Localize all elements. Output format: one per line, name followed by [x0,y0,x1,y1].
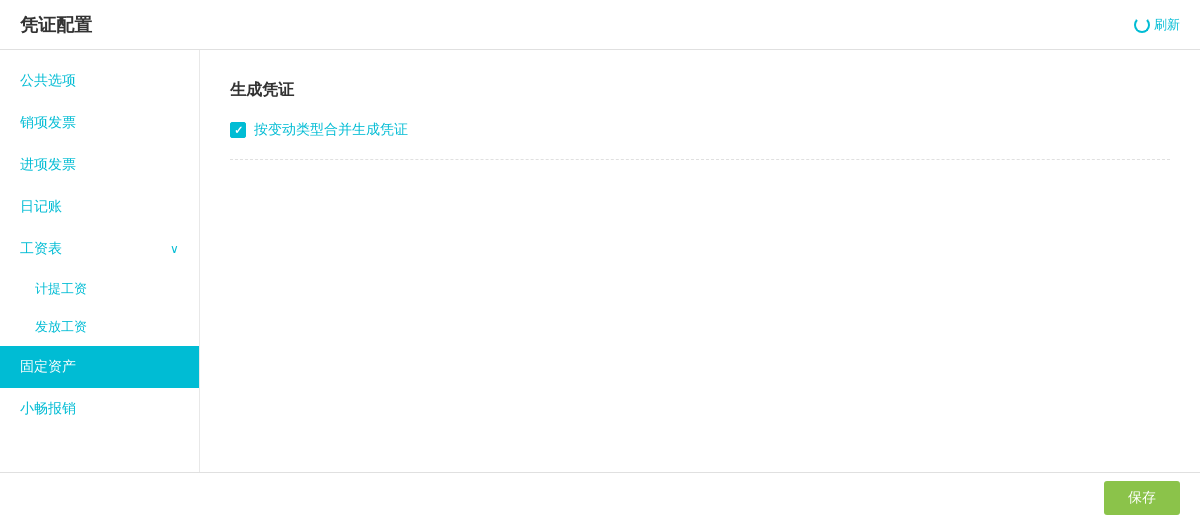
main-layout: 公共选项 销项发票 进项发票 日记账 工资表 ∨ 计提工资 发放工资 固定资 [0,50,1200,472]
sidebar-item-payroll[interactable]: 工资表 ∨ [0,228,199,270]
merge-checkbox[interactable] [230,122,246,138]
header: 凭证配置 刷新 [0,0,1200,50]
sidebar-item-paid-payroll[interactable]: 发放工资 [0,308,199,346]
chevron-down-icon: ∨ [170,242,179,256]
content-area: 生成凭证 按变动类型合并生成凭证 [200,50,1200,472]
sidebar-item-purchase-invoice[interactable]: 进项发票 [0,144,199,186]
sidebar-item-label: 公共选项 [20,72,76,90]
page-title: 凭证配置 [20,13,92,37]
sidebar-item-label: 进项发票 [20,156,76,174]
refresh-icon [1134,17,1150,33]
checkbox-row[interactable]: 按变动类型合并生成凭证 [230,121,1170,139]
sidebar-sub-item-label: 发放工资 [35,319,87,334]
save-button[interactable]: 保存 [1104,481,1180,515]
checkbox-label: 按变动类型合并生成凭证 [254,121,408,139]
sidebar-item-label: 日记账 [20,198,62,216]
sidebar-item-public[interactable]: 公共选项 [0,60,199,102]
divider [230,159,1170,160]
sidebar-item-label: 销项发票 [20,114,76,132]
sidebar-item-accrued-payroll[interactable]: 计提工资 [0,270,199,308]
sidebar: 公共选项 销项发票 进项发票 日记账 工资表 ∨ 计提工资 发放工资 固定资 [0,50,200,472]
section-title: 生成凭证 [230,80,1170,101]
sidebar-item-journal[interactable]: 日记账 [0,186,199,228]
sidebar-item-label: 固定资产 [20,358,76,376]
sidebar-sub-item-label: 计提工资 [35,281,87,296]
sidebar-item-sales-invoice[interactable]: 销项发票 [0,102,199,144]
sidebar-item-label: 小畅报销 [20,400,76,418]
sidebar-item-label: 工资表 [20,240,62,258]
sidebar-item-expense[interactable]: 小畅报销 [0,388,199,430]
footer: 保存 [0,472,1200,522]
refresh-button[interactable]: 刷新 [1134,16,1180,34]
sidebar-item-fixed-assets[interactable]: 固定资产 [0,346,199,388]
refresh-label: 刷新 [1154,16,1180,34]
page-wrapper: 凭证配置 刷新 公共选项 销项发票 进项发票 日记账 工资表 ∨ [0,0,1200,522]
